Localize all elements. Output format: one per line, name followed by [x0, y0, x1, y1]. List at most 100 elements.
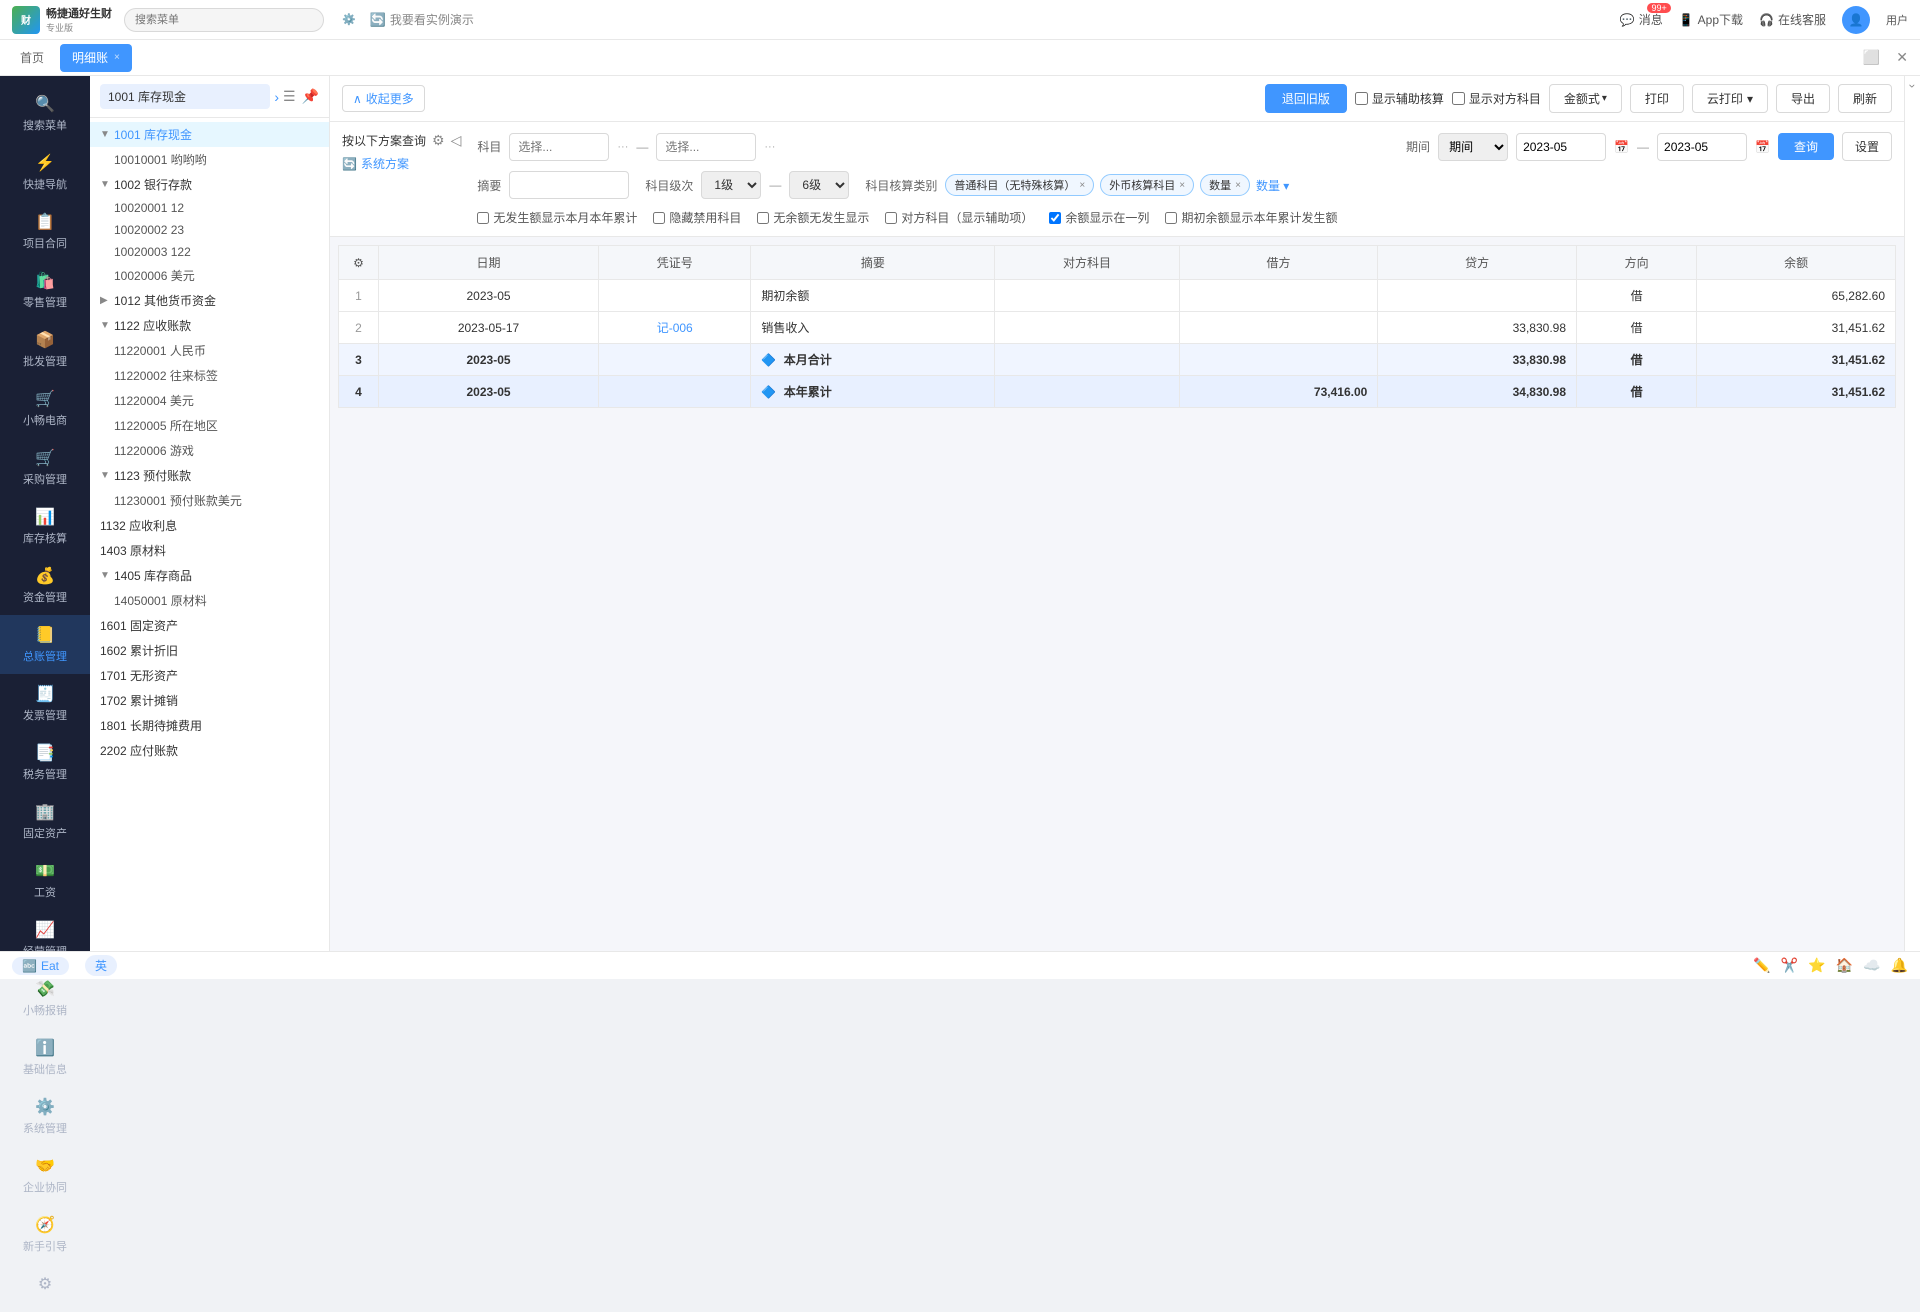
period-start-input[interactable]: [1516, 133, 1606, 161]
sidebar-item-assets[interactable]: 🏢 固定资产: [0, 792, 90, 851]
voucher-link-2[interactable]: 记-006: [657, 321, 693, 335]
subject-from-input[interactable]: [509, 133, 609, 161]
account-item-10010001[interactable]: 10010001 哟哟哟: [90, 147, 329, 172]
account-item-1702[interactable]: 1702 累计摊销: [90, 688, 329, 713]
cloud-print-btn[interactable]: 云打印 ▾: [1692, 84, 1768, 113]
account-item-14050001[interactable]: 14050001 原材料: [90, 588, 329, 613]
account-item-1132[interactable]: 1132 应收利息: [90, 513, 329, 538]
sidebar-item-project[interactable]: 📋 项目合同: [0, 202, 90, 261]
sidebar-item-basics[interactable]: ℹ️ 基础信息: [0, 1028, 90, 1087]
account-item-10020003[interactable]: 10020003 122: [90, 241, 329, 263]
star-icon[interactable]: ⭐: [1808, 957, 1825, 974]
query-btn[interactable]: 查询: [1778, 133, 1834, 160]
account-item-1122[interactable]: ▼ 1122 应收账款: [90, 313, 329, 338]
sidebar-item-tax[interactable]: 📑 税务管理: [0, 733, 90, 792]
tab-home[interactable]: 首页: [8, 44, 56, 72]
tag-close-1[interactable]: ×: [1179, 180, 1185, 191]
account-item-10020006[interactable]: 10020006 美元: [90, 263, 329, 288]
notification-icon[interactable]: 🔔: [1891, 957, 1908, 974]
print-btn[interactable]: 打印: [1630, 84, 1684, 113]
tree-nav-arrow[interactable]: ›: [270, 85, 283, 109]
account-item-1602[interactable]: 1602 累计折旧: [90, 638, 329, 663]
account-item-1403[interactable]: 1403 原材料: [90, 538, 329, 563]
export-btn[interactable]: 导出: [1776, 84, 1830, 113]
right-panel[interactable]: ›: [1904, 76, 1920, 979]
tab-close-icon[interactable]: ×: [114, 52, 120, 63]
account-item-1123[interactable]: ▼ 1123 预付账款: [90, 463, 329, 488]
sidebar-item-settings[interactable]: ⚙: [34, 1264, 56, 1304]
calendar-end-icon[interactable]: 📅: [1755, 140, 1770, 154]
settings-form-btn[interactable]: 设置: [1842, 132, 1892, 161]
back-old-btn[interactable]: 退回旧版: [1265, 84, 1347, 113]
scheme-option[interactable]: 🔄 系统方案: [342, 155, 461, 172]
account-item-1002[interactable]: ▼ 1002 银行存款: [90, 172, 329, 197]
search-input[interactable]: [124, 8, 324, 32]
account-item-1701[interactable]: 1701 无形资产: [90, 663, 329, 688]
level-to-select[interactable]: 6级: [789, 171, 849, 199]
summary-input[interactable]: [509, 171, 629, 199]
checkbox-no-balance[interactable]: 无发生额显示本月本年累计: [477, 209, 637, 226]
sidebar-item-search[interactable]: 🔍 搜索菜单: [0, 84, 90, 143]
account-item-11230001[interactable]: 11230001 预付账款美元: [90, 488, 329, 513]
collapse-btn[interactable]: ∧ 收起更多: [342, 85, 425, 112]
show-contra-input[interactable]: [1452, 92, 1465, 105]
query-collapse-icon[interactable]: ◁: [451, 132, 462, 149]
account-item-11220001[interactable]: 11220001 人民币: [90, 338, 329, 363]
sidebar-item-quicknav[interactable]: ⚡ 快捷导航: [0, 143, 90, 202]
show-aux-input[interactable]: [1355, 92, 1368, 105]
period-end-input[interactable]: [1657, 133, 1747, 161]
query-settings-icon[interactable]: ⚙: [432, 132, 445, 149]
message-btn[interactable]: 💬 消息 99+: [1620, 11, 1663, 28]
period-type-select[interactable]: 期间: [1438, 133, 1508, 161]
sidebar-item-salary[interactable]: 💵 工资: [0, 851, 90, 910]
checkbox-balance-col[interactable]: 余额显示在一列: [1049, 209, 1149, 226]
checkbox-hide-disabled-input[interactable]: [653, 212, 665, 224]
account-item-11220005[interactable]: 11220005 所在地区: [90, 413, 329, 438]
account-item-10020002[interactable]: 10020002 23: [90, 219, 329, 241]
tab-close-all-icon[interactable]: ✕: [1892, 47, 1912, 68]
checkbox-opening[interactable]: 期初余额显示本年累计发生额: [1165, 209, 1337, 226]
sidebar-item-wholesale[interactable]: 📦 批发管理: [0, 320, 90, 379]
cut-icon[interactable]: ✂️: [1781, 957, 1798, 974]
tag-close-0[interactable]: ×: [1079, 180, 1085, 191]
account-item-1405[interactable]: ▼ 1405 库存商品: [90, 563, 329, 588]
online-service-btn[interactable]: 🎧 在线客服: [1759, 11, 1826, 28]
subject-to-input[interactable]: [656, 133, 756, 161]
refresh-btn[interactable]: 刷新: [1838, 84, 1892, 113]
checkbox-contra[interactable]: 对方科目（显示辅助项）: [885, 209, 1033, 226]
settings-btn[interactable]: ⚙️: [336, 11, 362, 28]
cloud-icon[interactable]: ☁️: [1863, 957, 1880, 974]
user-avatar[interactable]: 👤: [1842, 6, 1870, 34]
level-from-select[interactable]: 1级: [701, 171, 761, 199]
account-item-2202[interactable]: 2202 应付账款: [90, 738, 329, 763]
checkbox-opening-input[interactable]: [1165, 212, 1177, 224]
account-item-11220004[interactable]: 11220004 美元: [90, 388, 329, 413]
show-contra-checkbox[interactable]: 显示对方科目: [1452, 90, 1541, 107]
account-item-1012[interactable]: ▶ 1012 其他货币资金: [90, 288, 329, 313]
account-item-11220002[interactable]: 11220002 往来标签: [90, 363, 329, 388]
app-download-btn[interactable]: 📱 App下载: [1679, 11, 1743, 28]
current-account-display[interactable]: 1001 库存现金: [100, 84, 270, 109]
demo-link[interactable]: 🔄 我要看实例演示: [370, 11, 474, 28]
tab-fullscreen-icon[interactable]: ⬜: [1859, 47, 1884, 68]
sidebar-item-collab[interactable]: 🤝 企业协同: [0, 1146, 90, 1205]
account-item-1001[interactable]: ▼ 1001 库存现金: [90, 122, 329, 147]
checkbox-contra-input[interactable]: [885, 212, 897, 224]
quantity-dropdown[interactable]: 数量 ▾: [1256, 177, 1289, 194]
account-item-1601[interactable]: 1601 固定资产: [90, 613, 329, 638]
checkbox-hide-disabled[interactable]: 隐藏禁用科目: [653, 209, 741, 226]
sidebar-item-sysadmin[interactable]: ⚙️ 系统管理: [0, 1087, 90, 1146]
checkbox-balance-col-input[interactable]: [1049, 212, 1061, 224]
sidebar-item-invoice[interactable]: 🧾 发票管理: [0, 674, 90, 733]
checkbox-no-zero-input[interactable]: [757, 212, 769, 224]
tree-list-icon[interactable]: ☰: [283, 88, 296, 105]
eat-btn[interactable]: 🔤 Eat: [12, 957, 69, 975]
account-item-10020001[interactable]: 10020001 12: [90, 197, 329, 219]
amount-format-btn[interactable]: 金额式 ▾: [1549, 84, 1622, 113]
tab-detail[interactable]: 明细账 ×: [60, 44, 132, 72]
lang-btn[interactable]: 英: [85, 955, 117, 976]
sidebar-item-ecommerce[interactable]: 🛒 小畅电商: [0, 379, 90, 438]
sidebar-item-ledger[interactable]: 📒 总账管理: [0, 615, 90, 674]
account-item-11220006[interactable]: 11220006 游戏: [90, 438, 329, 463]
sidebar-item-inventory[interactable]: 📊 库存核算: [0, 497, 90, 556]
